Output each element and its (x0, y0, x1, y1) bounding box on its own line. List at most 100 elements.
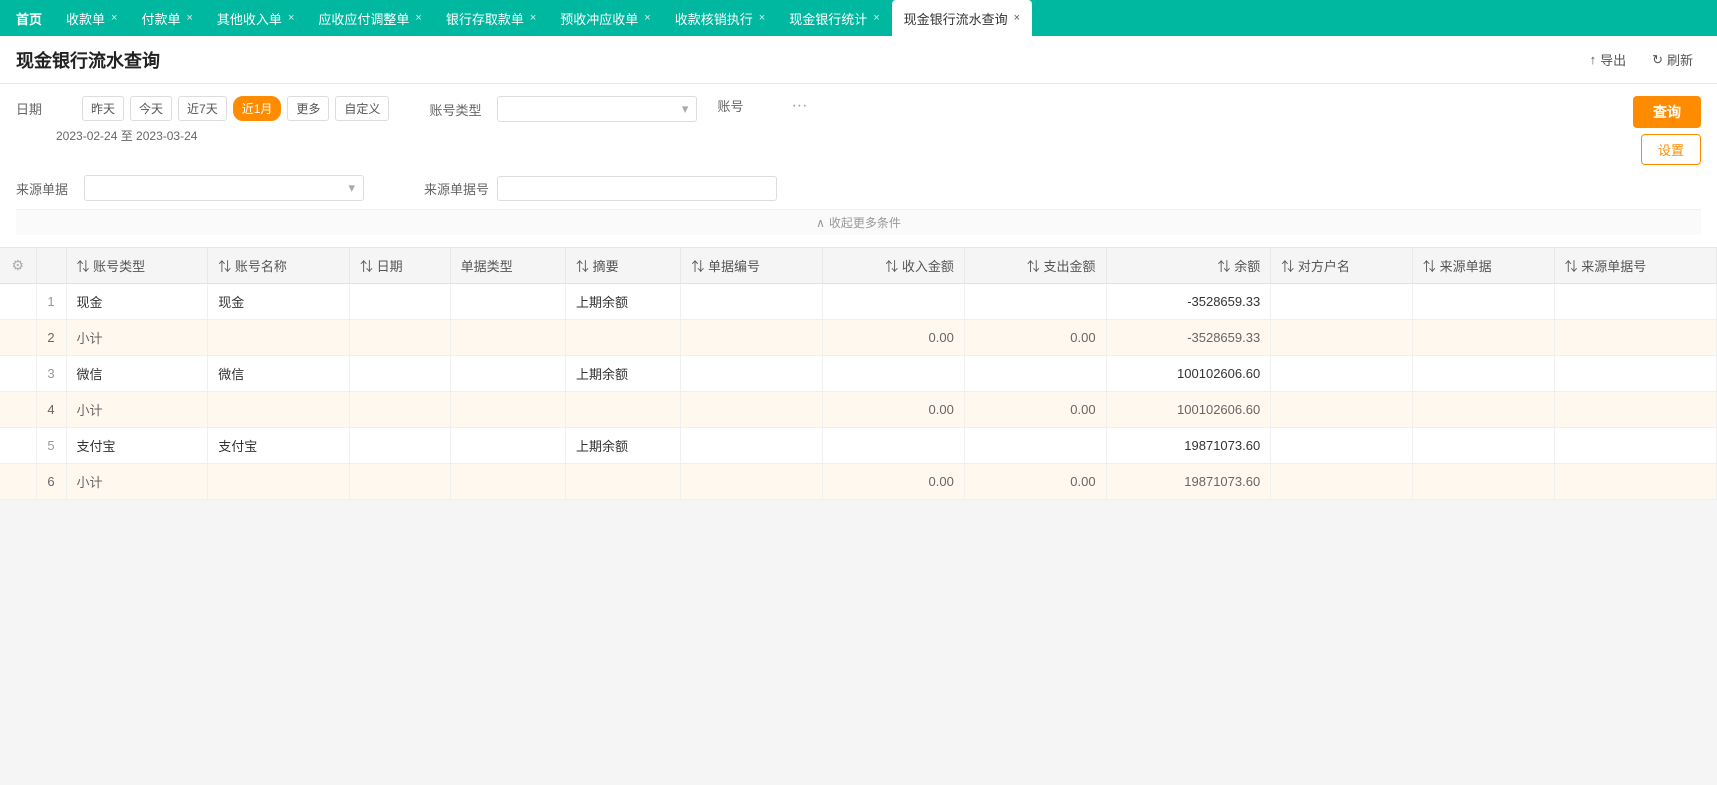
source-doc-no-input[interactable] (497, 176, 777, 201)
col-doc-type: 单据类型 (450, 248, 565, 284)
col-balance[interactable]: ⇅ 余额 (1106, 248, 1271, 284)
source-doc-select[interactable]: ▾ (84, 175, 364, 201)
cell-account-type: 小计 (66, 464, 208, 500)
top-nav: 首页 收款单 × 付款单 × 其他收入单 × 应收应付调整单 × 银行存取款单 … (0, 0, 1717, 36)
nav-tab-stats[interactable]: 现金银行统计 × (777, 0, 891, 36)
nav-home[interactable]: 首页 (4, 0, 54, 36)
cell-expense (964, 284, 1106, 320)
table-row: 2小计0.000.00-3528659.33 (0, 320, 1717, 356)
close-icon[interactable]: × (288, 12, 294, 24)
col-summary[interactable]: ⇅ 摘要 (565, 248, 680, 284)
page-header: 现金银行流水查询 ↑ 导出 ↻ 刷新 (0, 36, 1717, 84)
cell-gear (0, 320, 36, 356)
cell-counterpart (1271, 428, 1413, 464)
col-num (36, 248, 66, 284)
cell-doc-type (450, 464, 565, 500)
col-account-name[interactable]: ⇅ 账号名称 (208, 248, 350, 284)
cell-doc-type (450, 320, 565, 356)
cell-doc-no (681, 356, 823, 392)
cell-summary: 上期余额 (565, 356, 680, 392)
cell-gear (0, 356, 36, 392)
cell-account-name (208, 392, 350, 428)
cell-doc-no (681, 428, 823, 464)
cell-expense: 0.00 (964, 320, 1106, 356)
date-custom-btn[interactable]: 自定义 (335, 96, 389, 121)
table-container: ⚙ ⇅ 账号类型 ⇅ 账号名称 ⇅ 日期 单据类型 (0, 248, 1717, 500)
date-today-btn[interactable]: 今天 (130, 96, 172, 121)
nav-tab-bank-withdraw[interactable]: 银行存取款单 × (434, 0, 548, 36)
cell-doc-type (450, 356, 565, 392)
export-button[interactable]: ↑ 导出 (1582, 46, 1635, 73)
date-1month-btn[interactable]: 近1月 (233, 96, 282, 121)
cell-balance: 19871073.60 (1106, 428, 1271, 464)
cell-account-name (208, 464, 350, 500)
cell-account-type: 支付宝 (66, 428, 208, 464)
cell-summary (565, 392, 680, 428)
account-label: 账号 (717, 96, 777, 115)
nav-tab-adjustments[interactable]: 应收应付调整单 × (306, 0, 433, 36)
close-icon[interactable]: × (186, 12, 192, 24)
col-source-doc-no[interactable]: ⇅ 来源单据号 (1554, 248, 1716, 284)
date-filter-label: 日期 (16, 99, 76, 118)
cell-income: 0.00 (823, 320, 965, 356)
close-icon[interactable]: × (759, 12, 765, 24)
nav-tab-reconcile[interactable]: 收款核销执行 × (663, 0, 777, 36)
close-icon[interactable]: × (873, 12, 879, 24)
cell-counterpart (1271, 356, 1413, 392)
query-button[interactable]: 查询 (1633, 96, 1701, 128)
source-doc-label: 来源单据 (16, 179, 76, 198)
cell-counterpart (1271, 284, 1413, 320)
col-source-doc[interactable]: ⇅ 来源单据 (1412, 248, 1554, 284)
table-header-row: ⚙ ⇅ 账号类型 ⇅ 账号名称 ⇅ 日期 单据类型 (0, 248, 1717, 284)
header-actions: ↑ 导出 ↻ 刷新 (1582, 46, 1701, 73)
cell-balance: 19871073.60 (1106, 464, 1271, 500)
col-expense[interactable]: ⇅ 支出金额 (964, 248, 1106, 284)
nav-tab-payments[interactable]: 付款单 × (129, 0, 204, 36)
cell-income (823, 284, 965, 320)
cell-source-doc-no (1554, 356, 1716, 392)
date-yesterday-btn[interactable]: 昨天 (82, 96, 124, 121)
dots-button[interactable]: ··· (785, 97, 813, 115)
cell-doc-no (681, 392, 823, 428)
nav-tab-flow-query[interactable]: 现金银行流水查询 × (892, 0, 1032, 36)
close-icon[interactable]: × (644, 12, 650, 24)
cell-summary: 上期余额 (565, 284, 680, 320)
cell-gear (0, 392, 36, 428)
nav-tab-receipts[interactable]: 收款单 × (54, 0, 129, 36)
cell-balance: 100102606.60 (1106, 356, 1271, 392)
right-actions: 查询 设置 (1633, 96, 1701, 165)
filter-area: 日期 昨天 今天 近7天 近1月 更多 自定义 2023-02-24 至 202… (0, 84, 1717, 248)
col-account-type[interactable]: ⇅ 账号类型 (66, 248, 208, 284)
date-more-btn[interactable]: 更多 (287, 96, 329, 121)
chevron-down-icon2: ▾ (348, 180, 355, 196)
settings-button[interactable]: 设置 (1641, 134, 1701, 165)
close-icon[interactable]: × (111, 12, 117, 24)
nav-tab-advance[interactable]: 预收冲应收单 × (548, 0, 662, 36)
cell-num: 3 (36, 356, 66, 392)
column-settings-icon[interactable]: ⚙ (11, 257, 24, 273)
cell-source-doc (1412, 464, 1554, 500)
close-icon[interactable]: × (1014, 12, 1020, 24)
cell-expense (964, 428, 1106, 464)
col-counterpart[interactable]: ⇅ 对方户名 (1271, 248, 1413, 284)
close-icon[interactable]: × (530, 12, 536, 24)
cell-source-doc (1412, 320, 1554, 356)
col-date[interactable]: ⇅ 日期 (349, 248, 450, 284)
refresh-button[interactable]: ↻ 刷新 (1644, 46, 1701, 73)
col-doc-no[interactable]: ⇅ 单据编号 (681, 248, 823, 284)
table-row: 1现金现金上期余额-3528659.33 (0, 284, 1717, 320)
cell-num: 6 (36, 464, 66, 500)
source-doc-no-label: 来源单据号 (424, 179, 489, 198)
nav-tab-other-income[interactable]: 其他收入单 × (205, 0, 306, 36)
account-type-select[interactable]: ▾ (497, 96, 697, 122)
date-range-display: 2023-02-24 至 2023-03-24 (56, 129, 197, 143)
cell-date (349, 320, 450, 356)
date-7days-btn[interactable]: 近7天 (178, 96, 227, 121)
cell-counterpart (1271, 320, 1413, 356)
cell-source-doc-no (1554, 392, 1716, 428)
collapse-button[interactable]: ∧ 收起更多条件 (16, 209, 1701, 235)
close-icon[interactable]: × (415, 12, 421, 24)
col-income[interactable]: ⇅ 收入金额 (823, 248, 965, 284)
cell-summary (565, 464, 680, 500)
cell-income: 0.00 (823, 464, 965, 500)
